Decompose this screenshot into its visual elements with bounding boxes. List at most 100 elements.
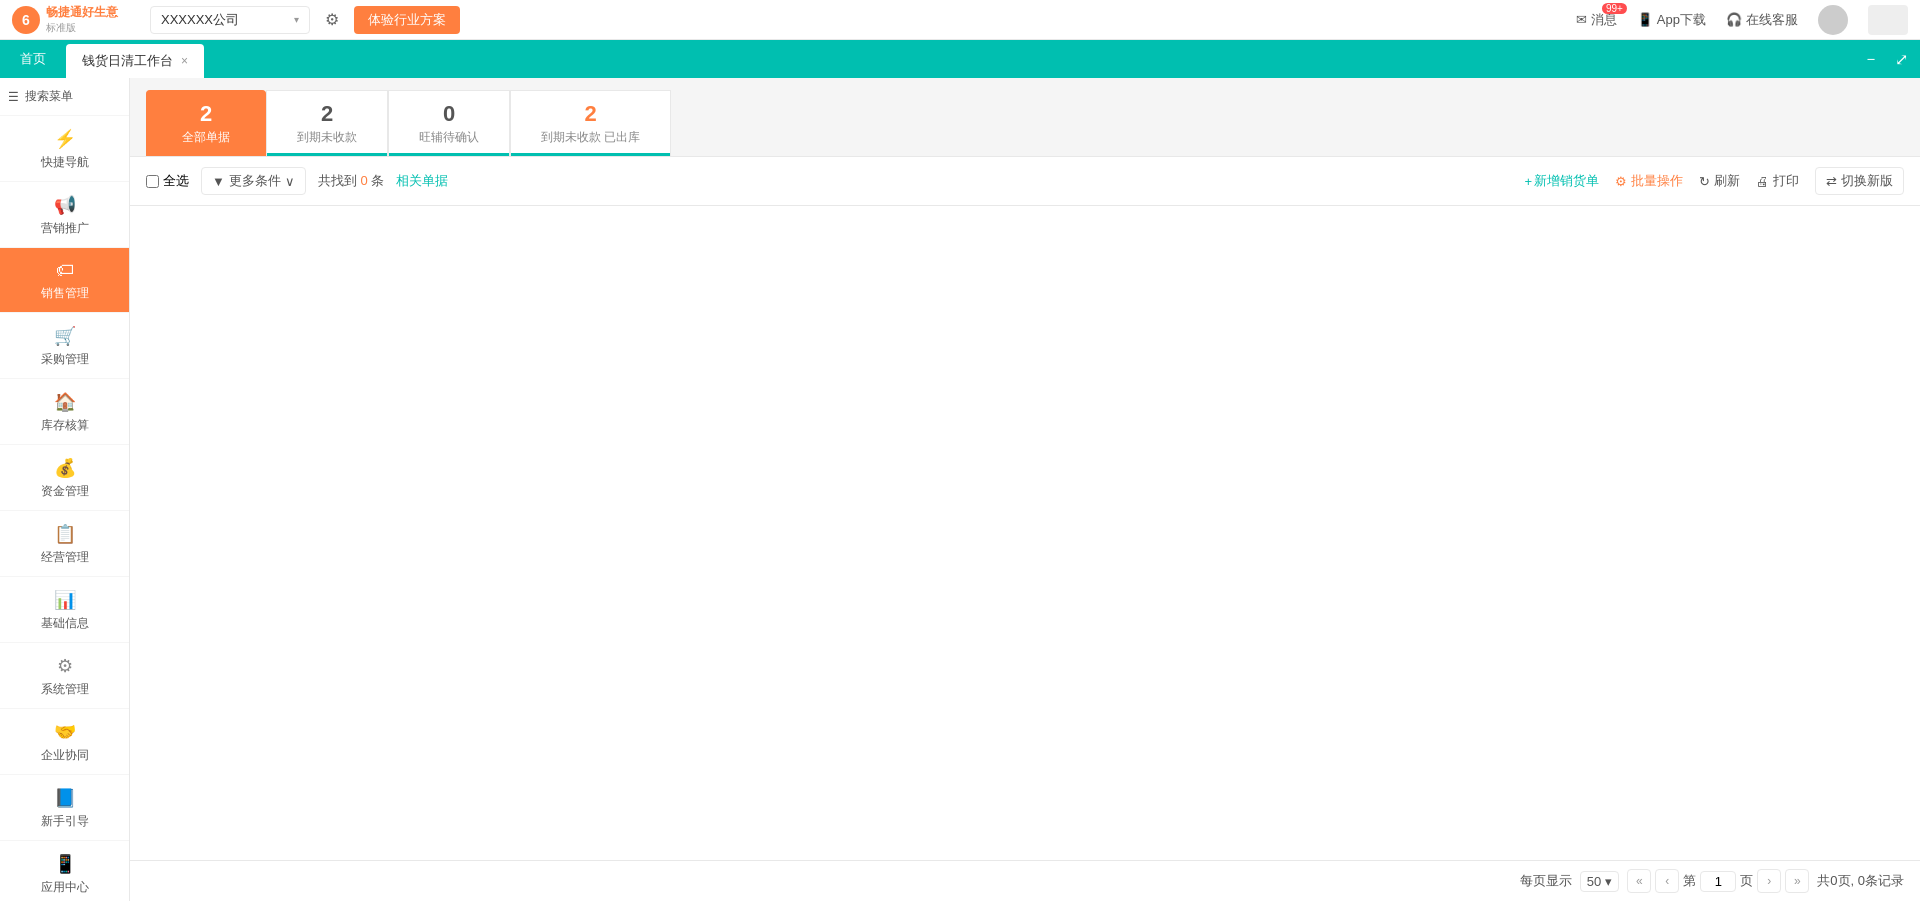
finance-icon: 💰	[54, 457, 76, 479]
app-icon: 📱	[1637, 12, 1653, 27]
print-btn[interactable]: 🖨 打印	[1756, 172, 1799, 190]
sidebar: ☰ 搜索菜单 ⚡ 快捷导航 📢 营销推广 🏷 销售管理 🛒 采购管理 🏠 库存核…	[0, 78, 130, 901]
sidebar-item-quick-nav[interactable]: ⚡ 快捷导航	[0, 116, 129, 182]
select-all-input[interactable]	[146, 175, 159, 188]
refresh-btn[interactable]: ↻ 刷新	[1699, 172, 1740, 190]
sidebar-item-app-center[interactable]: 📱 应用中心	[0, 841, 129, 901]
related-link[interactable]: 相关单据	[396, 172, 448, 190]
sidebar-item-purchase[interactable]: 🛒 采购管理	[0, 313, 129, 379]
tab-home[interactable]: 首页	[0, 40, 66, 78]
tab-active-label: 钱货日清工作台	[82, 52, 173, 70]
avatar[interactable]	[1818, 5, 1848, 35]
filter-label: 更多条件	[229, 172, 281, 190]
inventory-icon: 🏠	[54, 391, 76, 413]
corp-coop-icon: 🤝	[54, 721, 76, 743]
sidebar-finance-label: 资金管理	[41, 483, 89, 500]
filter-tab-stock-count: 2	[541, 101, 640, 127]
filter-tab-wang-label: 旺辅待确认	[419, 129, 479, 146]
filter-btn[interactable]: ▼ 更多条件 ∨	[201, 167, 306, 195]
online-service-btn[interactable]: 🎧 在线客服	[1726, 11, 1798, 29]
filter-tab-all[interactable]: 2 全部单据	[146, 90, 266, 156]
page-input[interactable]	[1700, 871, 1736, 892]
sidebar-sales-label: 销售管理	[41, 285, 89, 302]
sidebar-search-label: 搜索菜单	[25, 88, 73, 105]
message-btn[interactable]: ✉ 消息 99+	[1576, 11, 1617, 29]
found-count-area: 共找到 0 条	[318, 172, 384, 190]
settings-icon[interactable]: ⚙	[318, 6, 346, 34]
filter-tab-overdue-label: 到期未收款	[297, 129, 357, 146]
sidebar-item-sales[interactable]: 🏷 销售管理	[0, 248, 129, 313]
marketing-icon: 📢	[54, 194, 76, 216]
filter-tab-overdue-stock[interactable]: 2 到期未收款 已出库	[510, 90, 671, 156]
found-number: 0	[361, 173, 368, 188]
found-prefix: 共找到	[318, 173, 357, 188]
sidebar-item-basic-info[interactable]: 📊 基础信息	[0, 577, 129, 643]
refresh-icon: ↻	[1699, 174, 1710, 189]
logo-area: 6 畅捷通好生意 标准版	[12, 5, 142, 34]
found-unit: 条	[371, 173, 384, 188]
logo-main: 畅捷通好生意	[46, 5, 118, 21]
message-badge: 99+	[1602, 3, 1627, 14]
company-select[interactable]: XXXXXX公司 ▾	[150, 6, 310, 34]
page-prev-btn[interactable]: ‹	[1655, 869, 1679, 893]
page-size-value: 50	[1587, 874, 1601, 889]
switch-btn[interactable]: ⇄ 切换新版	[1815, 167, 1904, 195]
page-label-di: 第	[1683, 872, 1696, 890]
page-next-btn[interactable]: ›	[1757, 869, 1781, 893]
add-sales-btn[interactable]: + 新增销货单	[1524, 172, 1599, 190]
toolbar-right: + 新增销货单 ⚙ 批量操作 ↻ 刷新 🖨 打印 ⇄ 切换新版	[1524, 167, 1904, 195]
purchase-icon: 🛒	[54, 325, 76, 347]
page-last-btn[interactable]: »	[1785, 869, 1809, 893]
page-size-chevron: ▾	[1605, 874, 1612, 889]
logo-sub: 标准版	[46, 21, 118, 34]
filter-tab-wang[interactable]: 0 旺辅待确认	[388, 90, 510, 156]
tab-active[interactable]: 钱货日清工作台 ×	[66, 44, 204, 78]
main-layout: ☰ 搜索菜单 ⚡ 快捷导航 📢 营销推广 🏷 销售管理 🛒 采购管理 🏠 库存核…	[0, 78, 1920, 901]
trial-button[interactable]: 体验行业方案	[354, 6, 460, 34]
app-label: App下载	[1657, 11, 1706, 29]
tab-close-icon[interactable]: ×	[181, 54, 188, 68]
maximize-icon[interactable]: ⤢	[1891, 46, 1912, 73]
batch-ops-btn[interactable]: ⚙ 批量操作	[1615, 172, 1683, 190]
page-nav: « ‹ 第 页 › »	[1627, 869, 1809, 893]
add-label: 新增销货单	[1534, 172, 1599, 190]
sidebar-system-label: 系统管理	[41, 681, 89, 698]
sidebar-basic-info-label: 基础信息	[41, 615, 89, 632]
sidebar-item-operation[interactable]: 📋 经营管理	[0, 511, 129, 577]
sidebar-item-search-menu[interactable]: ☰ 搜索菜单	[0, 78, 129, 116]
select-all-label: 全选	[163, 172, 189, 190]
chevron-down-icon: ▾	[294, 14, 299, 25]
sidebar-item-system[interactable]: ⚙ 系统管理	[0, 643, 129, 709]
guide-icon: 📘	[54, 787, 76, 809]
select-all-checkbox[interactable]: 全选	[146, 172, 189, 190]
page-first-btn[interactable]: «	[1627, 869, 1651, 893]
search-icon: ☰	[8, 90, 19, 104]
content-area: 2 全部单据 2 到期未收款 0 旺辅待确认 2 到期未收款 已出库	[130, 78, 1920, 901]
operation-icon: 📋	[54, 523, 76, 545]
sidebar-item-inventory[interactable]: 🏠 库存核算	[0, 379, 129, 445]
sidebar-purchase-label: 采购管理	[41, 351, 89, 368]
sidebar-item-marketing[interactable]: 📢 营销推广	[0, 182, 129, 248]
quick-nav-icon: ⚡	[54, 128, 76, 150]
user-name-area[interactable]	[1868, 5, 1908, 35]
filter-tab-overdue-unpaid[interactable]: 2 到期未收款	[266, 90, 388, 156]
company-name: XXXXXX公司	[161, 11, 239, 29]
filter-chevron-icon: ∨	[285, 174, 295, 189]
page-size-select[interactable]: 50 ▾	[1580, 871, 1619, 892]
header-right: ✉ 消息 99+ 📱 App下载 🎧 在线客服	[1576, 5, 1908, 35]
tab-bar-right: － ⤢	[1859, 40, 1920, 78]
page-label-ye: 页	[1740, 872, 1753, 890]
batch-icon: ⚙	[1615, 174, 1627, 189]
print-label: 打印	[1773, 172, 1799, 190]
app-download-btn[interactable]: 📱 App下载	[1637, 11, 1706, 29]
sidebar-item-guide[interactable]: 📘 新手引导	[0, 775, 129, 841]
sidebar-item-corp-coop[interactable]: 🤝 企业协同	[0, 709, 129, 775]
filter-tab-wang-count: 0	[419, 101, 479, 127]
add-icon: +	[1524, 174, 1532, 189]
sidebar-item-finance[interactable]: 💰 资金管理	[0, 445, 129, 511]
refresh-label: 刷新	[1714, 172, 1740, 190]
tab-bar: 首页 钱货日清工作台 × － ⤢	[0, 40, 1920, 78]
minimize-icon[interactable]: －	[1859, 45, 1883, 74]
total-info: 共0页, 0条记录	[1817, 872, 1904, 890]
filter-tabs: 2 全部单据 2 到期未收款 0 旺辅待确认 2 到期未收款 已出库	[130, 78, 1920, 156]
